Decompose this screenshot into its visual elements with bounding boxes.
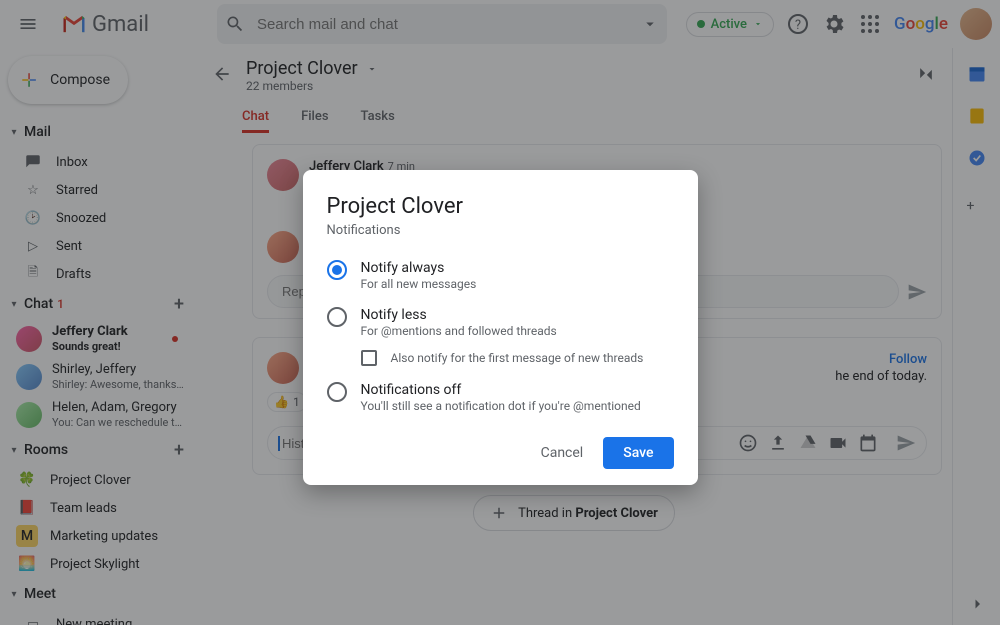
option-notify-less[interactable]: Notify lessFor @mentions and followed th… bbox=[327, 299, 674, 346]
dialog-title: Project Clover bbox=[327, 194, 674, 219]
option-checkbox-row[interactable]: Also notify for the first message of new… bbox=[327, 346, 674, 374]
option-notify-always[interactable]: Notify alwaysFor all new messages bbox=[327, 252, 674, 299]
modal-scrim[interactable]: Project Clover Notifications Notify alwa… bbox=[0, 0, 1000, 625]
radio-icon bbox=[327, 260, 347, 280]
radio-icon bbox=[327, 382, 347, 402]
notifications-dialog: Project Clover Notifications Notify alwa… bbox=[303, 170, 698, 485]
dialog-subtitle: Notifications bbox=[327, 223, 674, 238]
save-button[interactable]: Save bbox=[603, 437, 673, 469]
cancel-button[interactable]: Cancel bbox=[529, 437, 596, 469]
checkbox-icon bbox=[361, 350, 377, 366]
option-notifications-off[interactable]: Notifications offYou'll still see a noti… bbox=[327, 374, 674, 421]
radio-icon bbox=[327, 307, 347, 327]
